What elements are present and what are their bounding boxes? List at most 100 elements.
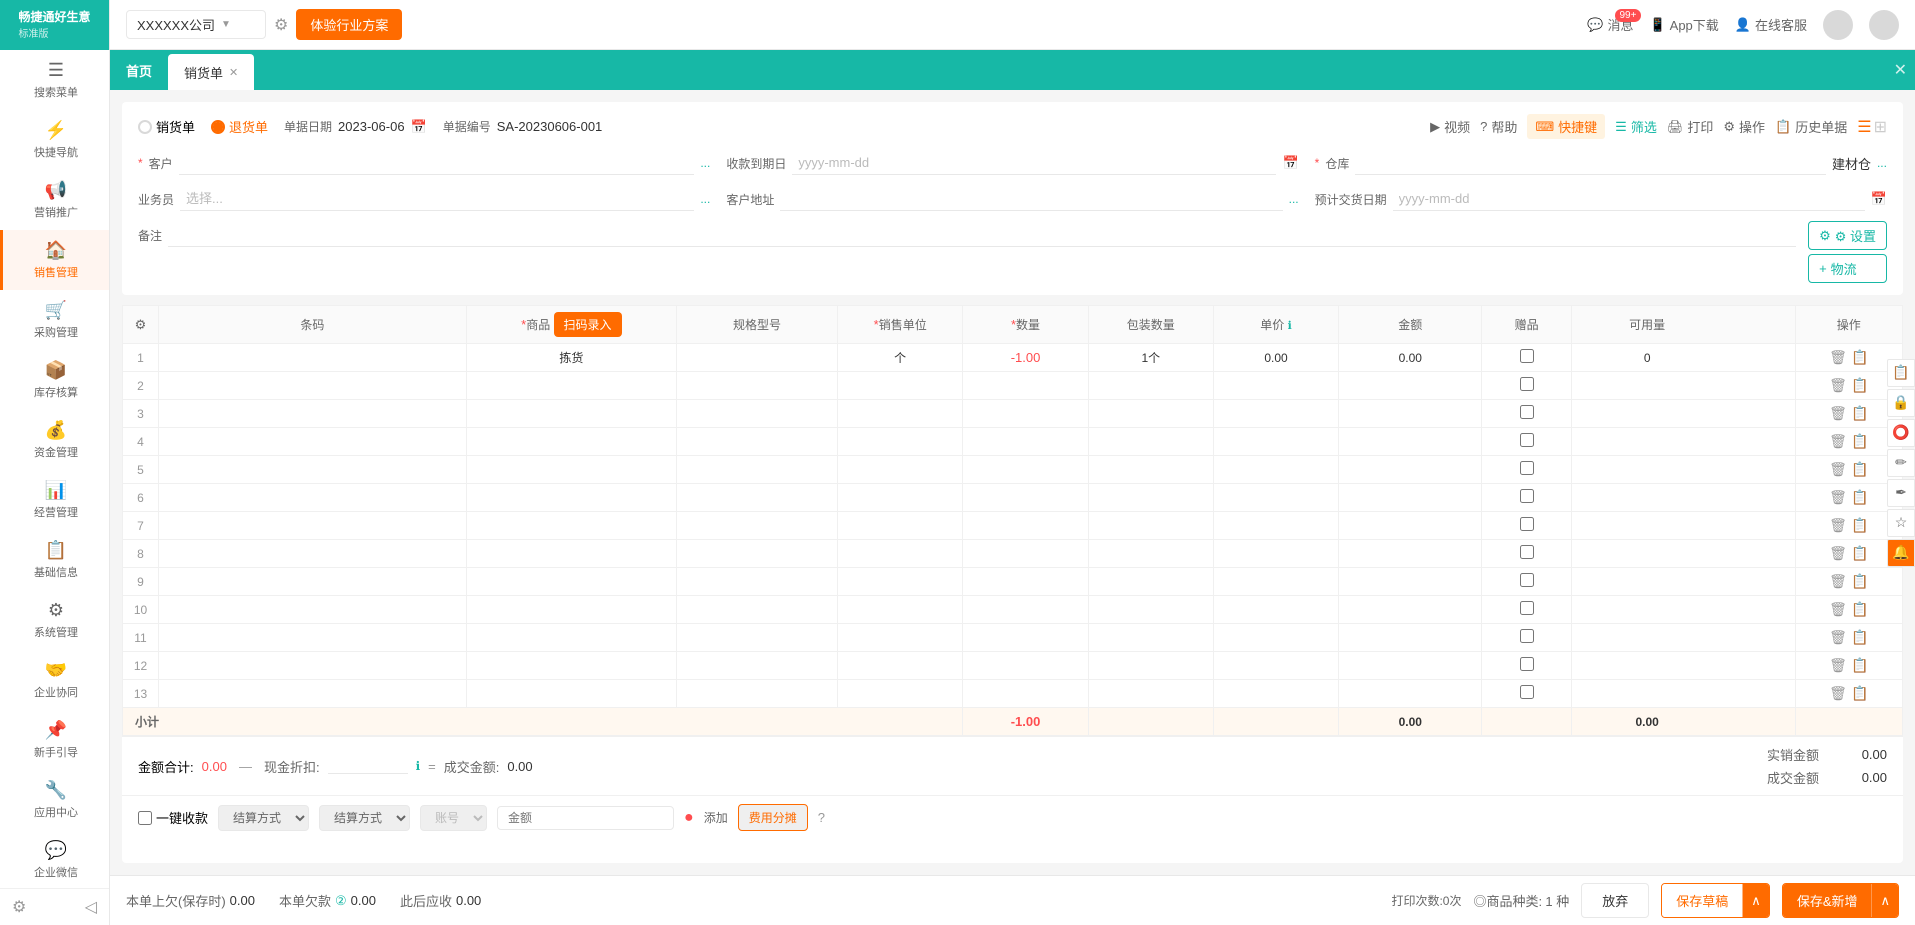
copy-row-icon[interactable]: 📋	[1851, 461, 1868, 478]
due-date-calendar-icon[interactable]: 📅	[1282, 155, 1298, 171]
history-btn[interactable]: 📋 历史单据	[1775, 117, 1847, 136]
row-pkg-qty[interactable]	[1088, 484, 1213, 512]
row-barcode[interactable]	[159, 680, 467, 708]
row-qty[interactable]	[963, 540, 1088, 568]
copy-row-icon[interactable]: 📋	[1851, 573, 1868, 590]
company-select[interactable]: XXXXXX公司 ▼	[126, 10, 266, 39]
copy-row-icon[interactable]: 📋	[1851, 349, 1868, 366]
copy-row-icon[interactable]: 📋	[1851, 433, 1868, 450]
row-gift[interactable]	[1482, 652, 1571, 680]
row-spec[interactable]	[676, 540, 837, 568]
radio-return[interactable]: 退货单	[211, 117, 268, 136]
row-qty[interactable]	[963, 484, 1088, 512]
delete-row-icon[interactable]: 🗑	[1829, 461, 1847, 478]
row-product[interactable]	[466, 456, 676, 484]
save-draft-main-btn[interactable]: 保存草稿	[1662, 884, 1742, 917]
float-pen-btn[interactable]: ✒	[1887, 479, 1915, 507]
sidebar-item-库存核算[interactable]: 📦库存核算	[0, 350, 109, 410]
delete-row-icon[interactable]: 🗑	[1829, 433, 1847, 450]
row-product[interactable]	[466, 540, 676, 568]
discount-info-icon[interactable]: ℹ	[416, 759, 421, 773]
row-pkg-qty[interactable]	[1088, 512, 1213, 540]
sidebar-item-企业协同[interactable]: 🤝企业协同	[0, 650, 109, 710]
salesperson-input[interactable]	[180, 187, 694, 211]
collapse-icon[interactable]: ◁	[85, 897, 97, 917]
float-active-btn[interactable]: 🔔	[1887, 539, 1915, 567]
warehouse-dots[interactable]: ...	[1877, 156, 1887, 170]
delete-row-icon[interactable]: 🗑	[1829, 545, 1847, 562]
float-edit-btn[interactable]: ✏	[1887, 449, 1915, 477]
sidebar-item-经营管理[interactable]: 📊经营管理	[0, 470, 109, 530]
row-product[interactable]	[466, 512, 676, 540]
delete-row-icon[interactable]: 🗑	[1829, 573, 1847, 590]
tab-sales-order[interactable]: 销货单 ✕	[168, 54, 254, 90]
row-product[interactable]	[466, 624, 676, 652]
row-spec[interactable]	[676, 400, 837, 428]
row-amount[interactable]	[1339, 484, 1482, 512]
row-product[interactable]	[466, 400, 676, 428]
delete-row-icon[interactable]: 🗑	[1829, 685, 1847, 702]
row-barcode[interactable]	[159, 456, 467, 484]
row-price[interactable]	[1213, 680, 1338, 708]
row-gift[interactable]	[1482, 680, 1571, 708]
copy-row-icon[interactable]: 📋	[1851, 601, 1868, 618]
pay-amount-input[interactable]	[497, 806, 674, 830]
settings-icon[interactable]: ⚙	[274, 15, 288, 35]
row-spec[interactable]	[676, 484, 837, 512]
row-spec[interactable]	[676, 372, 837, 400]
row-unit[interactable]	[837, 400, 962, 428]
row-barcode[interactable]	[159, 652, 467, 680]
print-btn[interactable]: 🖨 打印	[1667, 117, 1714, 136]
sidebar-item-采购管理[interactable]: 🛒采购管理	[0, 290, 109, 350]
row-price[interactable]	[1213, 540, 1338, 568]
row-amount[interactable]	[1339, 540, 1482, 568]
save-new-main-btn[interactable]: 保存&新增	[1783, 884, 1872, 917]
row-unit[interactable]	[837, 596, 962, 624]
customer-addr-input[interactable]	[780, 187, 1282, 211]
sidebar-item-企业微信[interactable]: 💬企业微信	[0, 830, 109, 888]
row-barcode[interactable]	[159, 344, 467, 372]
logistics-btn[interactable]: + 物流	[1808, 254, 1887, 283]
scan-button[interactable]: 扫码录入	[554, 312, 622, 337]
delete-row-icon[interactable]: 🗑	[1829, 489, 1847, 506]
row-pkg-qty[interactable]	[1088, 568, 1213, 596]
row-gift[interactable]	[1482, 456, 1571, 484]
float-lock-btn[interactable]: 🔒	[1887, 389, 1915, 417]
table-settings-icon[interactable]: ⚙	[135, 317, 147, 332]
grid-view-icon[interactable]: ⊞	[1874, 117, 1887, 137]
row-spec[interactable]	[676, 568, 837, 596]
row-amount[interactable]	[1339, 400, 1482, 428]
add-payment-icon[interactable]: ●	[684, 809, 694, 827]
save-new-arrow-btn[interactable]: ∧	[1871, 884, 1898, 917]
row-barcode[interactable]	[159, 540, 467, 568]
delete-row-icon[interactable]: 🗑	[1829, 601, 1847, 618]
owed-info-icon[interactable]: ②	[335, 893, 347, 909]
row-amount[interactable]	[1339, 652, 1482, 680]
row-gift[interactable]	[1482, 428, 1571, 456]
row-gift[interactable]	[1482, 512, 1571, 540]
sidebar-item-销售管理[interactable]: 🏠销售管理	[0, 230, 109, 290]
row-pkg-qty[interactable]	[1088, 400, 1213, 428]
row-gift[interactable]	[1482, 400, 1571, 428]
sidebar-item-基础信息[interactable]: 📋基础信息	[0, 530, 109, 590]
col-settings[interactable]: ⚙	[123, 306, 159, 344]
row-spec[interactable]	[676, 624, 837, 652]
row-unit[interactable]	[837, 428, 962, 456]
row-qty[interactable]	[963, 596, 1088, 624]
discard-button[interactable]: 放弃	[1581, 883, 1649, 918]
row-gift[interactable]	[1482, 344, 1571, 372]
row-pkg-qty[interactable]	[1088, 624, 1213, 652]
customer-input[interactable]	[179, 151, 695, 175]
row-barcode[interactable]	[159, 400, 467, 428]
row-price[interactable]	[1213, 456, 1338, 484]
sidebar-item-应用中心[interactable]: 🔧应用中心	[0, 770, 109, 830]
row-product[interactable]	[466, 484, 676, 512]
row-price[interactable]	[1213, 372, 1338, 400]
help-btn[interactable]: ? 帮助	[1480, 117, 1517, 136]
row-qty[interactable]	[963, 372, 1088, 400]
row-gift[interactable]	[1482, 372, 1571, 400]
expense-btn[interactable]: 费用分摊	[738, 804, 808, 831]
row-unit[interactable]	[837, 484, 962, 512]
copy-row-icon[interactable]: 📋	[1851, 545, 1868, 562]
float-star-btn[interactable]: ☆	[1887, 509, 1915, 537]
